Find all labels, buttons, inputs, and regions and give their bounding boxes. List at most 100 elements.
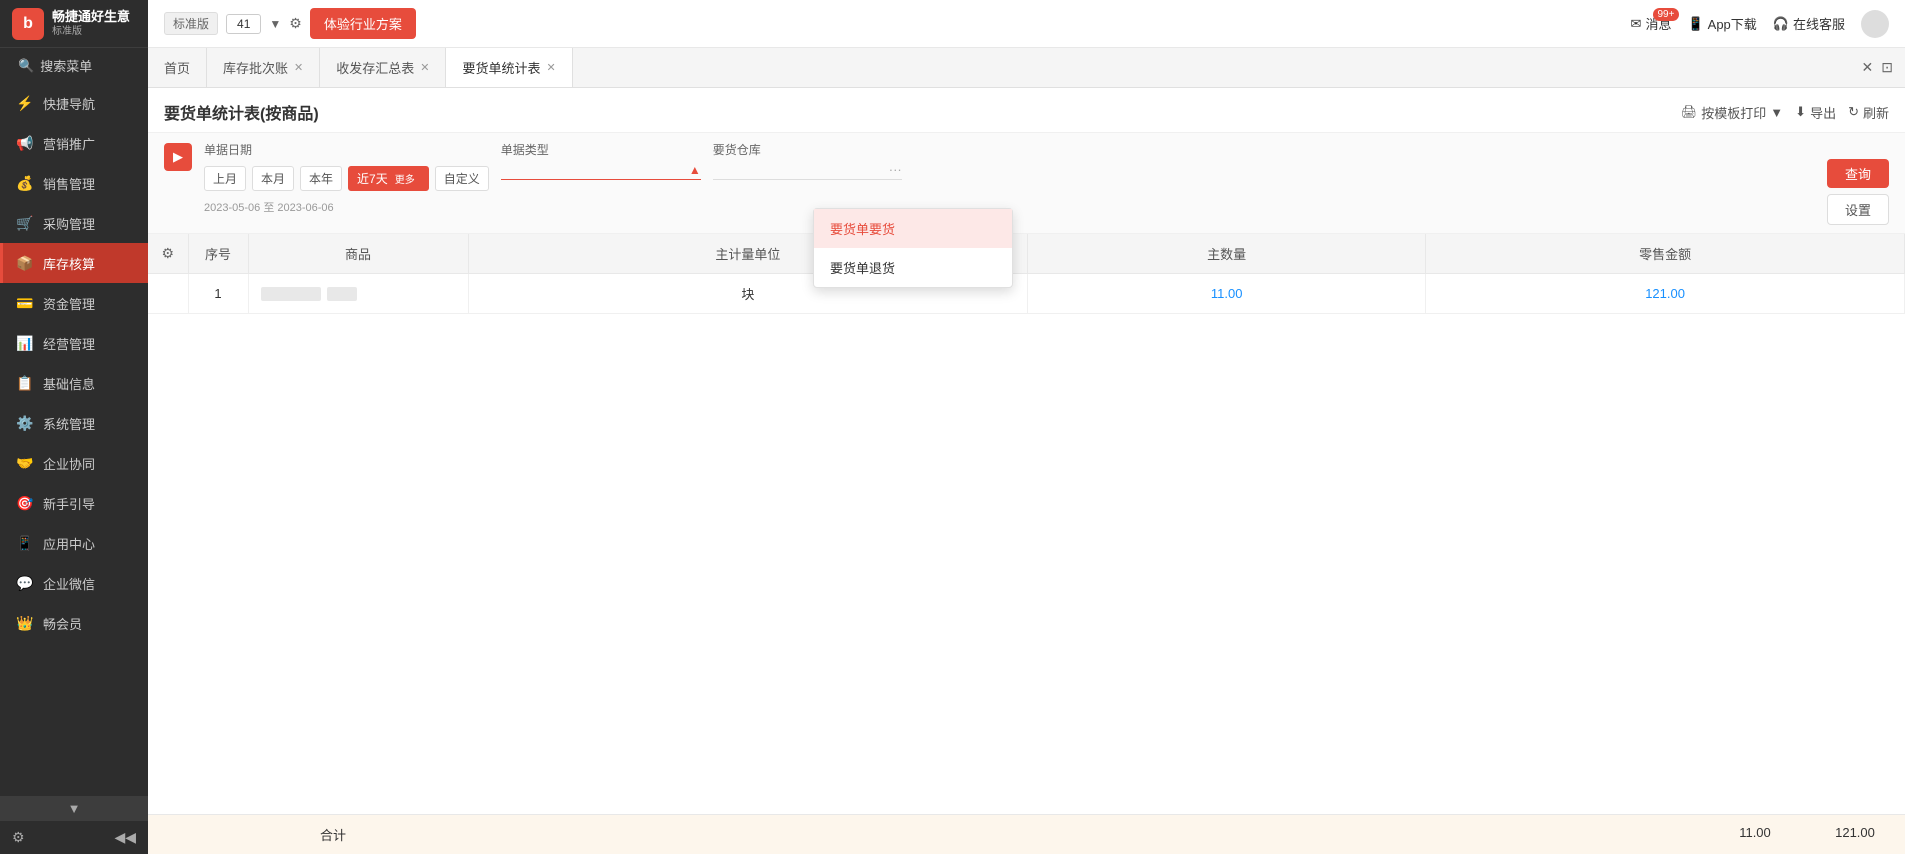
- sidebar-item-system-label: 系统管理: [43, 414, 95, 433]
- date-range-display: 2023-05-06 至 2023-06-06: [204, 199, 489, 215]
- export-button[interactable]: ⬇ 导出: [1795, 103, 1836, 122]
- date-btn-this-month[interactable]: 本月: [252, 166, 294, 191]
- sidebar-nav: ⚡ 快捷导航 📢 营销推广 💰 销售管理 🛒 采购管理 📦 库存核算 💳 资金管…: [0, 83, 148, 796]
- sidebar-item-sales[interactable]: 💰 销售管理: [0, 163, 148, 203]
- col-settings-header: ⚙: [148, 234, 188, 274]
- sidebar-item-system[interactable]: ⚙️ 系统管理: [0, 403, 148, 443]
- settings-icon[interactable]: ⚙: [12, 829, 25, 846]
- refresh-icon: ↻: [1848, 104, 1859, 120]
- print-chevron-icon: ▼: [1770, 105, 1783, 120]
- sidebar-item-enterprise-label: 企业协同: [43, 454, 95, 473]
- tab-order-stats-close[interactable]: ✕: [547, 61, 556, 74]
- sidebar-search-label: 搜索菜单: [40, 56, 92, 75]
- header-gear-icon[interactable]: ⚙: [289, 15, 302, 32]
- sidebar-item-guide-label: 新手引导: [43, 494, 95, 513]
- export-label: 导出: [1810, 103, 1836, 122]
- date-btn-custom[interactable]: 自定义: [435, 166, 489, 191]
- print-label: 按模板打印: [1701, 103, 1766, 122]
- sidebar-item-finance[interactable]: 💳 资金管理: [0, 283, 148, 323]
- tabs-controls: ✕ ⊡: [1862, 59, 1905, 76]
- print-button[interactable]: 🖨 按模板打印 ▼: [1681, 103, 1783, 122]
- row-amount-cell: 121.00: [1426, 274, 1905, 314]
- sidebar-header: b 畅捷通好生意 标准版: [0, 0, 148, 48]
- product-name-placeholder: [261, 287, 321, 301]
- dropdown-item-order-return[interactable]: 要货单退货: [814, 248, 1012, 287]
- sidebar-item-wechat-label: 企业微信: [43, 574, 95, 593]
- online-service-button[interactable]: 🎧 在线客服: [1773, 14, 1845, 33]
- refresh-button[interactable]: ↻ 刷新: [1848, 103, 1889, 122]
- notification-button[interactable]: ✉ 消息 99+: [1631, 14, 1672, 33]
- app-version: 标准版: [52, 25, 130, 38]
- type-filter-input[interactable]: ▲: [501, 162, 701, 180]
- tab-home[interactable]: 首页: [148, 48, 207, 88]
- refresh-label: 刷新: [1863, 103, 1889, 122]
- notification-count-badge: 99+: [1653, 8, 1680, 21]
- expand-tabs-icon[interactable]: ⊡: [1881, 59, 1893, 76]
- table-container: ⚙ 序号 商品 主计量单位 主数量 零售金额 1: [148, 234, 1905, 814]
- tab-order-stats[interactable]: 要货单统计表 ✕: [446, 48, 572, 88]
- sidebar-search[interactable]: 🔍 搜索菜单: [0, 48, 148, 83]
- sidebar-item-quick-nav[interactable]: ⚡ 快捷导航: [0, 83, 148, 123]
- sidebar-item-inventory[interactable]: 📦 库存核算: [0, 243, 148, 283]
- user-avatar[interactable]: [1861, 10, 1889, 38]
- date-btn-last-month[interactable]: 上月: [204, 166, 246, 191]
- marketing-icon: 📢: [15, 133, 35, 153]
- sidebar-item-operation[interactable]: 📊 经营管理: [0, 323, 148, 363]
- quantity-link[interactable]: 11.00: [1211, 286, 1243, 301]
- col-amount-header: 零售金额: [1426, 234, 1905, 274]
- headset-icon: 🎧: [1773, 16, 1789, 32]
- sidebar-scroll-down[interactable]: ▼: [0, 796, 148, 820]
- warehouse-filter-more-icon[interactable]: ···: [889, 162, 902, 177]
- collapse-sidebar-icon[interactable]: ◀◀: [114, 829, 136, 846]
- type-filter-label: 单据类型: [501, 141, 701, 158]
- tab-receivable-close[interactable]: ✕: [420, 61, 429, 74]
- filter-expand-button[interactable]: ▶: [164, 143, 192, 171]
- sidebar-item-apps[interactable]: 📱 应用中心: [0, 523, 148, 563]
- sidebar-item-marketing[interactable]: 📢 营销推广: [0, 123, 148, 163]
- tab-list-chevron-icon[interactable]: ▼: [269, 17, 281, 31]
- date-filter-label: 单据日期: [204, 141, 489, 158]
- sidebar-item-member-label: 畅会员: [43, 614, 82, 633]
- app-download-button[interactable]: 📱 App下载: [1687, 14, 1756, 33]
- warehouse-filter-field[interactable]: [713, 162, 889, 177]
- dropdown-item-order-request[interactable]: 要货单要货: [814, 209, 1012, 248]
- row-quantity-cell: 11.00: [1028, 274, 1426, 314]
- trial-button[interactable]: 体验行业方案: [310, 8, 416, 39]
- column-settings-icon[interactable]: ⚙: [161, 245, 174, 261]
- warehouse-filter-input[interactable]: ···: [713, 162, 902, 180]
- sidebar-item-basic[interactable]: 📋 基础信息: [0, 363, 148, 403]
- filter-actions: 查询 设置: [1827, 159, 1889, 225]
- sidebar-item-wechat[interactable]: 💬 企业微信: [0, 563, 148, 603]
- sidebar-item-guide[interactable]: 🎯 新手引导: [0, 483, 148, 523]
- row-product-cell: [248, 274, 468, 314]
- tab-count-badge: 41: [226, 14, 261, 34]
- tab-batch-account-close[interactable]: ✕: [294, 61, 303, 74]
- date-btn-last-7[interactable]: 近7天更多: [348, 166, 429, 191]
- app-title: 畅捷通好生意 标准版: [52, 9, 130, 39]
- member-icon: 👑: [15, 613, 35, 633]
- inventory-icon: 📦: [15, 253, 35, 273]
- main-area: 标准版 41 ▼ ⚙ 体验行业方案 ✉ 消息 99+ 📱 App下载 🎧 在线客…: [148, 0, 1905, 854]
- tab-receivable[interactable]: 收发存汇总表 ✕: [320, 48, 446, 88]
- sidebar-item-sales-label: 销售管理: [43, 174, 95, 193]
- row-seq-cell: 1: [188, 274, 248, 314]
- date-btn-this-year[interactable]: 本年: [300, 166, 342, 191]
- header-right: ✉ 消息 99+ 📱 App下载 🎧 在线客服: [1631, 10, 1889, 38]
- page-header: 要货单统计表(按商品) 🖨 按模板打印 ▼ ⬇ 导出 ↻ 刷新: [148, 88, 1905, 132]
- close-all-tabs-icon[interactable]: ✕: [1862, 59, 1874, 76]
- sidebar-item-marketing-label: 营销推广: [43, 134, 95, 153]
- query-button[interactable]: 查询: [1827, 159, 1889, 188]
- tab-batch-account[interactable]: 库存批次账 ✕: [207, 48, 320, 88]
- header-left: 标准版 41 ▼ ⚙ 体验行业方案: [164, 8, 416, 39]
- chevron-right-icon: ▶: [173, 149, 183, 165]
- table-header-row: ⚙ 序号 商品 主计量单位 主数量 零售金额: [148, 234, 1905, 274]
- sidebar-item-purchase[interactable]: 🛒 采购管理: [0, 203, 148, 243]
- sidebar-item-enterprise[interactable]: 🤝 企业协同: [0, 443, 148, 483]
- purchase-icon: 🛒: [15, 213, 35, 233]
- notification-icon: ✉: [1631, 16, 1642, 32]
- sidebar-item-member[interactable]: 👑 畅会员: [0, 603, 148, 643]
- type-filter-chevron-icon[interactable]: ▲: [689, 163, 701, 177]
- amount-link[interactable]: 121.00: [1645, 286, 1685, 301]
- settings-button[interactable]: 设置: [1827, 194, 1889, 225]
- type-filter-field[interactable]: [501, 162, 689, 177]
